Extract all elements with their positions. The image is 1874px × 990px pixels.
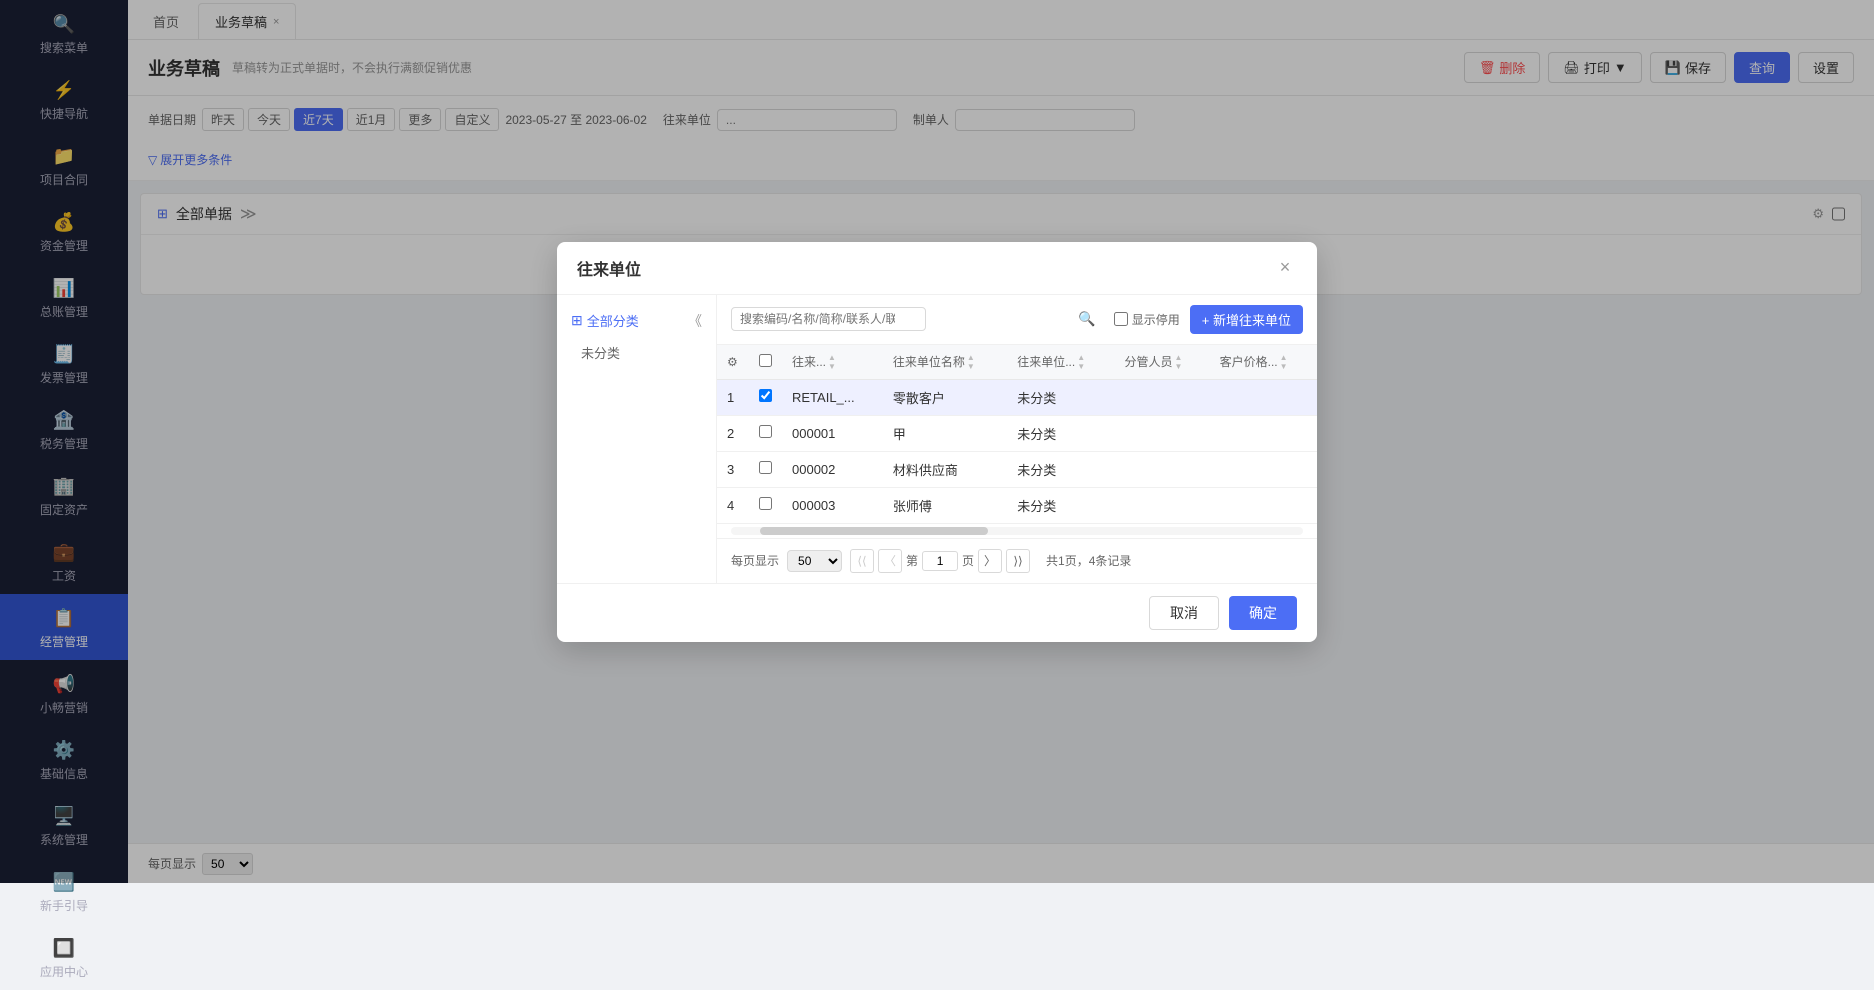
col-code-header: 往来...▲▼ (782, 345, 883, 380)
row-manager (1115, 487, 1210, 523)
first-page-button[interactable]: ⟨⟨ (850, 549, 874, 573)
row-checkbox (749, 451, 782, 487)
category-item-unclassified[interactable]: 未分类 (557, 335, 716, 370)
partner-table: ⚙ 往来...▲▼ 往来单位名称▲▼ (717, 345, 1317, 524)
per-page-select[interactable]: 50 100 (787, 550, 842, 572)
sidebar-item-apps[interactable]: 🔲 应用中心 (0, 924, 128, 990)
row-price (1210, 451, 1317, 487)
category-panel: ⊞ 全部分类 《 未分类 (557, 295, 717, 583)
overlay[interactable]: 往来单位 × ⊞ 全部分类 《 未分类 (0, 0, 1874, 883)
show-disabled-toggle[interactable]: 显示停用 (1114, 311, 1180, 328)
per-page-label: 每页显示 (731, 552, 779, 569)
dialog-header: 往来单位 × (557, 242, 1317, 295)
partner-search-input[interactable] (731, 307, 926, 331)
row-category: 未分类 (1007, 487, 1114, 523)
row-manager (1115, 379, 1210, 415)
row-settings: 1 (717, 379, 749, 415)
horizontal-scrollbar[interactable] (731, 527, 1303, 535)
grid-icon: 🔲 (53, 938, 75, 959)
sidebar-item-label: 新手引导 (40, 897, 88, 914)
row-manager (1115, 415, 1210, 451)
confirm-button[interactable]: 确定 (1229, 596, 1297, 630)
page-prefix: 第 (906, 552, 918, 569)
dialog-body: ⊞ 全部分类 《 未分类 🔍 显示停用 (557, 295, 1317, 583)
horizontal-scrollbar-area (717, 524, 1317, 538)
search-magnifier-icon: 🔍 (1078, 311, 1095, 328)
col-name-header: 往来单位名称▲▼ (883, 345, 1007, 380)
table-row[interactable]: 3 000002 材料供应商 未分类 (717, 451, 1317, 487)
dialog-title: 往来单位 (577, 256, 641, 280)
col-manager-header: 分管人员▲▼ (1115, 345, 1210, 380)
row-settings: 3 (717, 451, 749, 487)
page-nav: ⟨⟨ 〈 第 页 〉 ⟩⟩ (850, 549, 1030, 573)
data-toolbar: 🔍 显示停用 + 新增往来单位 (717, 295, 1317, 345)
table-row[interactable]: 2 000001 甲 未分类 (717, 415, 1317, 451)
table-row[interactable]: 4 000003 张师傅 未分类 (717, 487, 1317, 523)
row-price (1210, 487, 1317, 523)
row-name: 材料供应商 (883, 451, 1007, 487)
row-price (1210, 415, 1317, 451)
new-partner-button[interactable]: + 新增往来单位 (1190, 305, 1303, 334)
page-suffix: 页 (962, 552, 974, 569)
row-price (1210, 379, 1317, 415)
col-checkbox-header (749, 345, 782, 380)
row-checkbox (749, 487, 782, 523)
row-checkbox (749, 379, 782, 415)
scrollbar-thumb (760, 527, 989, 535)
prev-page-button[interactable]: 〈 (878, 549, 902, 573)
row-select-checkbox[interactable] (759, 461, 772, 474)
row-manager (1115, 451, 1210, 487)
dialog-footer: 取消 确定 (557, 583, 1317, 642)
row-settings: 2 (717, 415, 749, 451)
sidebar-item-label: 应用中心 (40, 963, 88, 980)
row-settings: 4 (717, 487, 749, 523)
row-code: 000003 (782, 487, 883, 523)
col-category-header: 往来单位...▲▼ (1007, 345, 1114, 380)
row-code: 000001 (782, 415, 883, 451)
row-checkbox (749, 415, 782, 451)
data-panel: 🔍 显示停用 + 新增往来单位 ⚙ (717, 295, 1317, 583)
page-total: 共1页，4条记录 (1046, 552, 1131, 569)
row-name: 零散客户 (883, 379, 1007, 415)
category-collapse-icon[interactable]: 《 (688, 311, 702, 331)
row-select-checkbox[interactable] (759, 425, 772, 438)
cancel-button[interactable]: 取消 (1149, 596, 1219, 630)
dialog-close-button[interactable]: × (1273, 256, 1297, 280)
page-number-input[interactable] (922, 551, 958, 571)
category-header: ⊞ 全部分类 《 (557, 307, 716, 335)
dialog-partner: 往来单位 × ⊞ 全部分类 《 未分类 (557, 242, 1317, 642)
row-code: 000002 (782, 451, 883, 487)
search-wrapper: 🔍 (731, 307, 1104, 331)
last-page-button[interactable]: ⟩⟩ (1006, 549, 1030, 573)
col-settings-header: ⚙ (717, 345, 749, 380)
row-name: 张师傅 (883, 487, 1007, 523)
row-category: 未分类 (1007, 451, 1114, 487)
col-price-header: 客户价格...▲▼ (1210, 345, 1317, 380)
category-grid-icon: ⊞ (571, 312, 583, 329)
row-category: 未分类 (1007, 415, 1114, 451)
row-select-checkbox[interactable] (759, 497, 772, 510)
row-category: 未分类 (1007, 379, 1114, 415)
table-row[interactable]: 1 RETAIL_... 零散客户 未分类 (717, 379, 1317, 415)
show-disabled-checkbox[interactable] (1114, 312, 1128, 326)
row-code: RETAIL_... (782, 379, 883, 415)
pagination: 每页显示 50 100 ⟨⟨ 〈 第 页 〉 ⟩⟩ 共1页，4条记录 (717, 538, 1317, 583)
next-page-button[interactable]: 〉 (978, 549, 1002, 573)
row-name: 甲 (883, 415, 1007, 451)
table-select-all[interactable] (759, 354, 772, 367)
row-select-checkbox[interactable] (759, 389, 772, 402)
